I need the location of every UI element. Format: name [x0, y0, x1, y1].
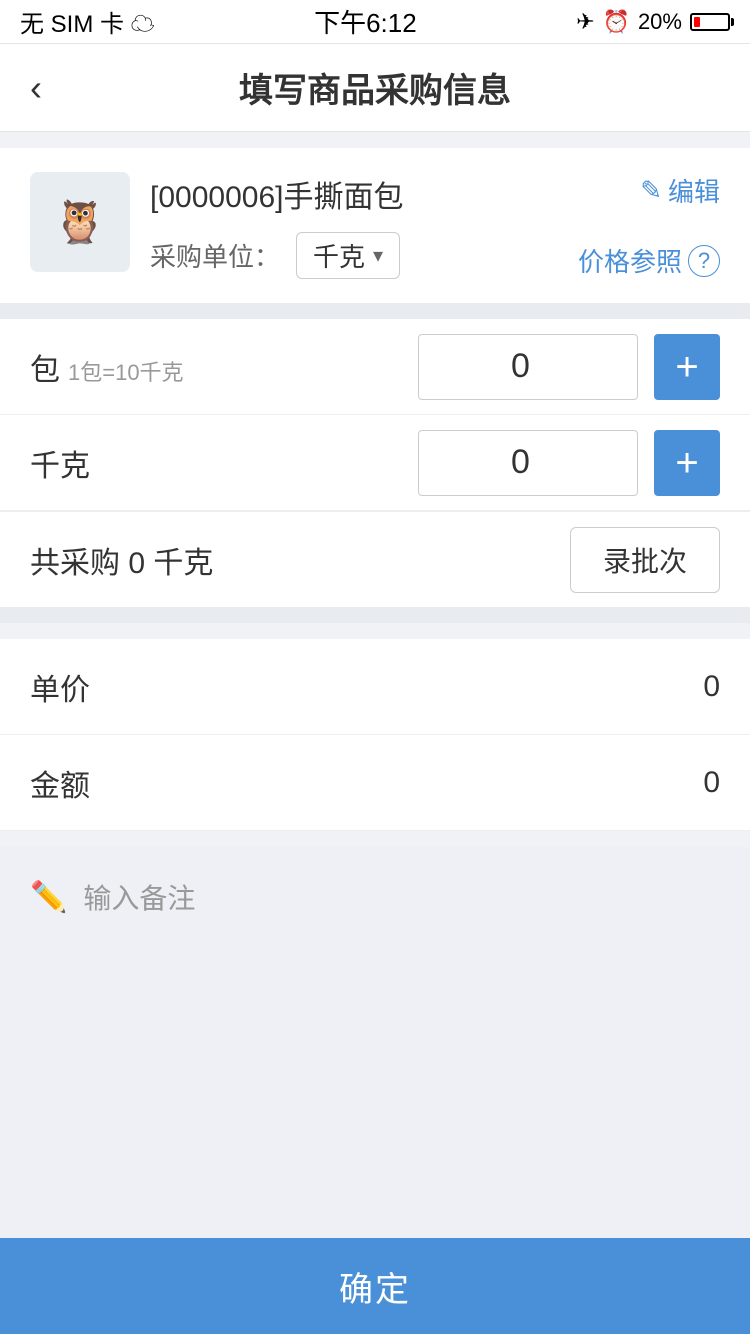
kg-quantity-input[interactable]	[418, 430, 638, 496]
page-title: 填写商品采购信息	[239, 63, 511, 112]
total-row: 共采购 0 千克 录批次	[0, 511, 750, 607]
help-icon: ?	[688, 245, 720, 277]
battery-percent: 20%	[638, 9, 682, 35]
pencil-icon: ✏️	[30, 880, 67, 915]
bag-input-row: 包 1包=10千克 +	[0, 319, 750, 415]
battery-fill	[694, 17, 700, 27]
unit-price-row: 单价 0	[0, 639, 750, 735]
amount-label: 金额	[30, 761, 90, 805]
back-button[interactable]: ‹	[30, 67, 42, 109]
product-logo: 🦉	[54, 201, 106, 243]
status-time: 下午6:12	[314, 3, 417, 40]
status-left: 无 SIM 卡 ☁	[20, 4, 155, 39]
batch-button[interactable]: 录批次	[570, 527, 720, 593]
bag-sublabel: 1包=10千克	[68, 355, 184, 387]
edit-icon: ✎	[640, 175, 662, 206]
unit-label: 采购单位：	[150, 237, 280, 274]
product-card: 🦉 [0000006]手撕面包 采购单位： 千克 ▾ ✎ 编辑 价格参照 ?	[0, 148, 750, 303]
product-name: [0000006]手撕面包	[150, 172, 720, 216]
bag-label: 包 1包=10千克	[30, 345, 184, 389]
no-sim-text: 无 SIM 卡 ☁	[20, 4, 155, 39]
amount-value: 0	[703, 766, 720, 800]
kg-label: 千克	[30, 441, 90, 485]
product-thumbnail: 🦉	[30, 172, 130, 272]
remarks-section[interactable]: ✏️ 输入备注	[0, 847, 750, 947]
location-icon: ✈	[576, 9, 594, 35]
total-value: 0	[128, 547, 145, 580]
alarm-icon: ⏰	[603, 9, 630, 35]
unit-price-value: 0	[703, 670, 720, 704]
price-reference-button[interactable]: 价格参照 ?	[578, 242, 720, 279]
kg-plus-button[interactable]: +	[654, 430, 720, 496]
status-bar: 无 SIM 卡 ☁ 下午6:12 ✈ ⏰ 20%	[0, 0, 750, 44]
section-divider-2	[0, 607, 750, 623]
content-area	[0, 947, 750, 1247]
nav-bar: ‹ 填写商品采购信息	[0, 44, 750, 132]
bag-plus-button[interactable]: +	[654, 334, 720, 400]
input-section: 包 1包=10千克 + 千克 + 共采购 0 千克 录批次	[0, 319, 750, 607]
kg-input-field: +	[90, 430, 720, 496]
unit-price-label: 单价	[30, 665, 90, 709]
bag-quantity-input[interactable]	[418, 334, 638, 400]
battery-icon	[690, 13, 730, 31]
status-right: ✈ ⏰ 20%	[576, 9, 730, 35]
remarks-placeholder: 输入备注	[83, 877, 195, 917]
bag-input-field: +	[184, 334, 720, 400]
unit-select[interactable]: 千克 ▾	[296, 232, 400, 279]
dropdown-arrow-icon: ▾	[373, 243, 383, 268]
total-text: 共采购 0 千克	[30, 538, 213, 582]
section-divider-1	[0, 303, 750, 319]
unit-value: 千克	[313, 237, 365, 274]
price-section: 单价 0 金额 0	[0, 639, 750, 831]
confirm-button[interactable]: 确定	[0, 1238, 750, 1334]
amount-row: 金额 0	[0, 735, 750, 831]
kg-input-row: 千克 +	[0, 415, 750, 511]
edit-button[interactable]: ✎ 编辑	[640, 172, 720, 209]
